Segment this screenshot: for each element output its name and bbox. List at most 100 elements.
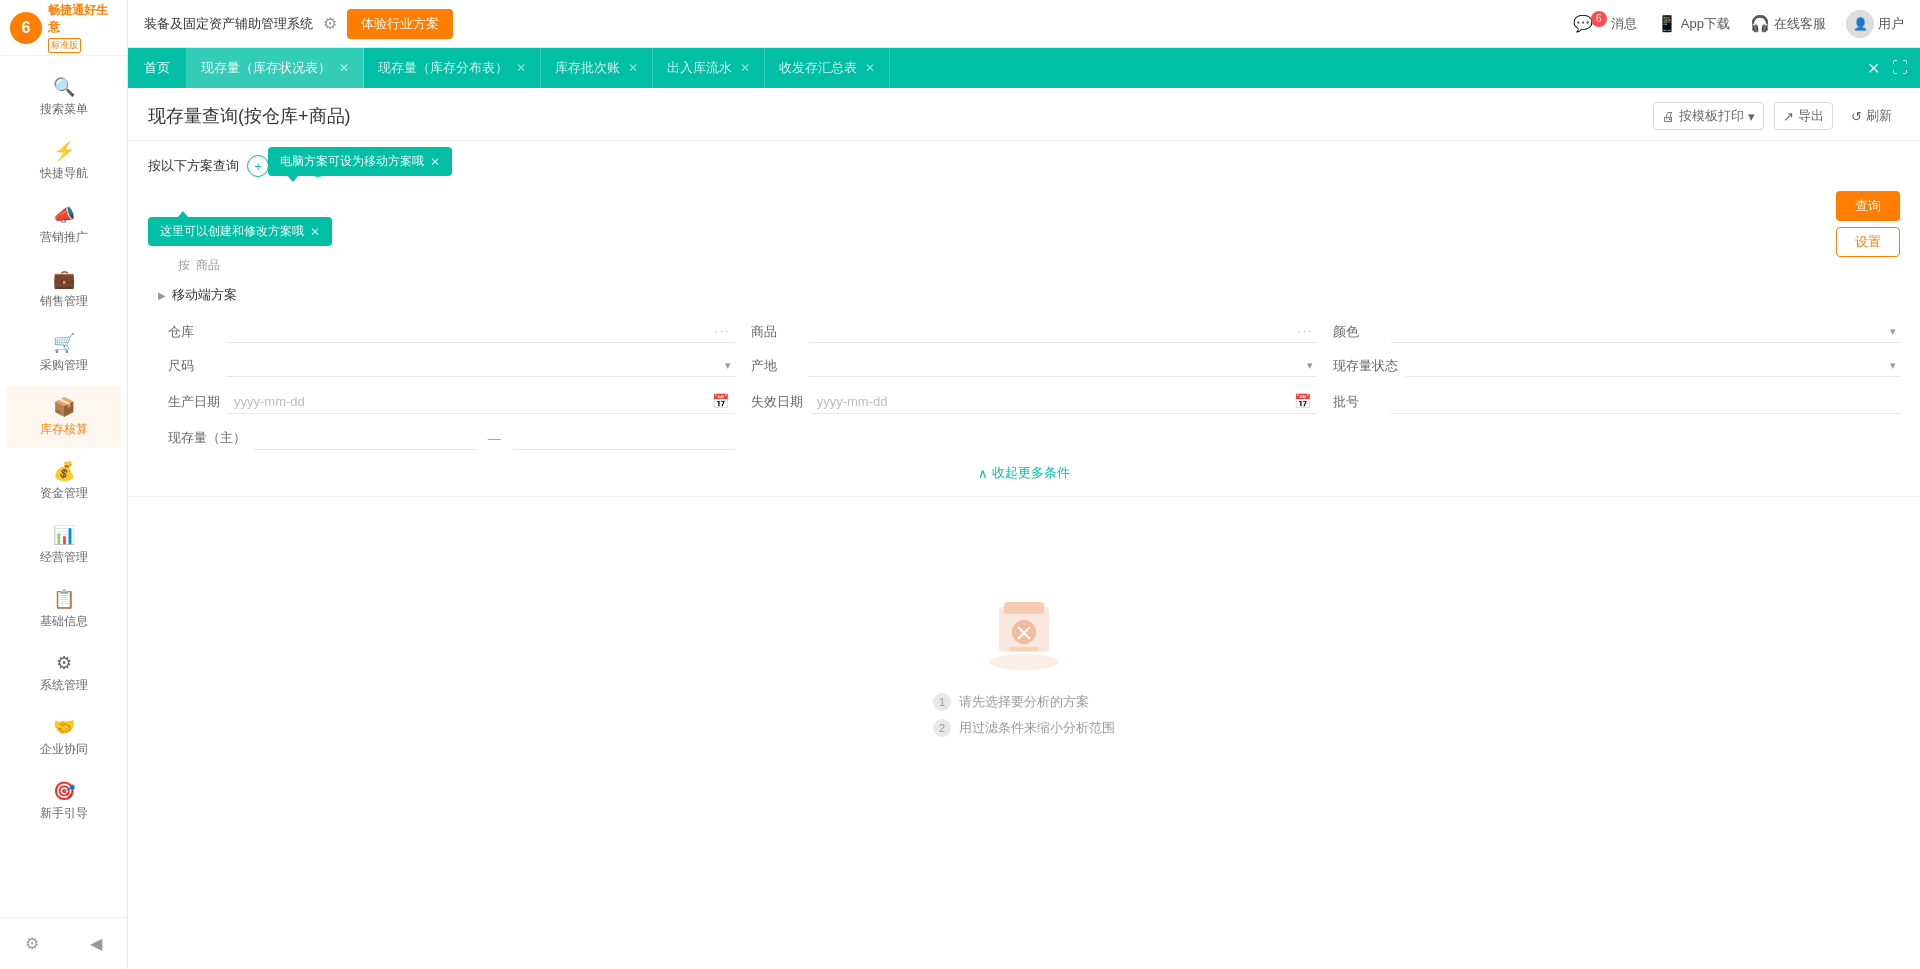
tab-close-batch-account[interactable]: ✕ (628, 61, 638, 75)
search-button[interactable]: 查询 (1836, 191, 1900, 221)
pc-scheme-group: ▶ 电脑端方案 (158, 227, 1900, 253)
app-download-action[interactable]: 📱 App下载 (1657, 14, 1730, 33)
sidebar-item-basic[interactable]: 📋 基础信息 (6, 578, 121, 640)
logo-icon: 6 (10, 12, 42, 44)
sidebar-item-system[interactable]: ⚙ 系统管理 (6, 642, 121, 704)
inventory-icon: 📦 (53, 396, 75, 418)
pc-scheme-item-text: 商品 (196, 257, 220, 274)
print-button[interactable]: 🖨 按模板打印 ▾ (1653, 102, 1764, 130)
tooltip2-close-btn[interactable]: ✕ (310, 225, 320, 239)
collapse-up-icon: ∧ (978, 466, 988, 481)
sidebar-item-corp[interactable]: 🤝 企业协同 (6, 706, 121, 768)
refresh-icon: ↺ (1851, 109, 1862, 124)
sidebar-item-inventory[interactable]: 📦 库存核算 (6, 386, 121, 448)
tab-fullscreen-btn[interactable]: ⛶ (1888, 55, 1912, 81)
mobile-scheme-label[interactable]: 移动端方案 (172, 286, 237, 304)
sidebar-item-newbie[interactable]: 🎯 新手引导 (6, 770, 121, 832)
pc-scheme-item: 按 商品 (178, 253, 1900, 278)
filter-label: 按以下方案查询 (148, 157, 239, 175)
tab-batch-account[interactable]: 库存批次账 ✕ (541, 48, 653, 88)
sidebar-item-sales[interactable]: 💼 销售管理 (6, 258, 121, 320)
empty-hint-1: 1 请先选择要分析的方案 (933, 693, 1115, 711)
batch-no-input[interactable] (1391, 390, 1900, 414)
tabs-bar: 首页 现存量（库存状况表） ✕ 现存量（库存分布表） ✕ 库存批次账 ✕ 出入库… (128, 48, 1920, 88)
chevron-down-icon: ▾ (1748, 109, 1755, 124)
sidebar-item-business[interactable]: 📊 经营管理 (6, 514, 121, 576)
tab-close-in-out-flow[interactable]: ✕ (740, 61, 750, 75)
sidebar-item-search[interactable]: 🔍 搜索菜单 (6, 66, 121, 128)
inventory-state-select[interactable]: ▾ (1406, 355, 1900, 377)
origin-select[interactable]: ▾ (809, 355, 1318, 377)
sidebar-item-finance[interactable]: 💰 资金管理 (6, 450, 121, 512)
filter-field-origin: 产地 ▾ (751, 355, 1318, 377)
filter-field-color: 颜色 ▾ (1333, 321, 1900, 343)
finance-icon: 💰 (53, 460, 75, 482)
tab-inventory-dist[interactable]: 现存量（库存分布表） ✕ (364, 48, 541, 88)
origin-arrow-icon: ▾ (1307, 359, 1313, 372)
tooltip-pc-scheme: 电脑方案可设为移动方案哦 ✕ (268, 147, 452, 176)
export-button[interactable]: ↗ 导出 (1774, 102, 1833, 130)
calendar-icon-2: 📅 (1294, 393, 1311, 409)
empty-area: 1 请先选择要分析的方案 2 用过滤条件来缩小分析范围 (128, 497, 1920, 817)
header-gear-icon[interactable]: ⚙ (323, 14, 337, 33)
page-header: 现存量查询(按仓库+商品) 🖨 按模板打印 ▾ ↗ 导出 ↺ 刷新 (128, 88, 1920, 141)
filter-header: 按以下方案查询 + ✏ ← 电脑方案可设为移动方案哦 ✕ (148, 155, 1900, 177)
user-action[interactable]: 👤 用户 (1846, 10, 1904, 38)
expire-date-input[interactable]: yyyy-mm-dd 📅 (811, 389, 1318, 414)
current-qty-min-input[interactable] (254, 426, 476, 450)
sidebar-menu: 🔍 搜索菜单 ⚡ 快捷导航 📣 营销推广 💼 销售管理 🛒 采购管理 📦 库存核… (0, 56, 127, 917)
settings-bottom-btn[interactable]: ⚙ (21, 930, 43, 957)
pc-scheme-item-label: 按 (178, 257, 190, 274)
message-badge: 6 (1591, 11, 1607, 27)
main-area: 装备及固定资产辅助管理系统 ⚙ 体验行业方案 💬 6 消息 📱 App下载 🎧 … (128, 0, 1920, 969)
tab-close-inventory-dist[interactable]: ✕ (516, 61, 526, 75)
sidebar-bottom: ⚙ ◀ (0, 917, 127, 969)
filter-field-expire-date: 失效日期 yyyy-mm-dd 📅 (751, 389, 1318, 414)
system-icon: ⚙ (56, 652, 72, 674)
tab-home[interactable]: 首页 (128, 48, 187, 88)
add-scheme-btn[interactable]: + (247, 155, 269, 177)
phone-icon: 📱 (1657, 14, 1677, 33)
top-header-left: 装备及固定资产辅助管理系统 ⚙ 体验行业方案 (144, 9, 453, 39)
search-icon: 🔍 (53, 76, 75, 98)
calendar-icon-1: 📅 (712, 393, 729, 409)
sidebar: 6 畅捷通好生意 标准版 🔍 搜索菜单 ⚡ 快捷导航 📣 营销推广 💼 销售管理… (0, 0, 128, 969)
online-support-action[interactable]: 🎧 在线客服 (1750, 14, 1826, 33)
warehouse-select[interactable]: ··· (226, 320, 735, 343)
tabs-right-actions: ✕ ⛶ (1863, 55, 1920, 82)
filter-row-4: 现存量（主） — (168, 426, 1900, 450)
tooltip-create-scheme: 这里可以创建和修改方案哦 ✕ (148, 217, 332, 246)
produce-date-input[interactable]: yyyy-mm-dd 📅 (228, 389, 735, 414)
sidebar-item-guide[interactable]: ⚡ 快捷导航 (6, 130, 121, 192)
sidebar-item-marketing[interactable]: 📣 营销推广 (6, 194, 121, 256)
sidebar-item-purchase[interactable]: 🛒 采购管理 (6, 322, 121, 384)
goods-select[interactable]: ··· (809, 320, 1318, 343)
setting-button[interactable]: 设置 (1836, 227, 1900, 257)
tab-in-out-flow[interactable]: 出入库流水 ✕ (653, 48, 765, 88)
color-label: 颜色 (1333, 323, 1383, 341)
tooltip1-close-btn[interactable]: ✕ (430, 155, 440, 169)
sales-icon: 💼 (53, 268, 75, 290)
filter-field-size: 尺码 ▾ (168, 355, 735, 377)
svg-rect-2 (1004, 602, 1044, 614)
industry-button[interactable]: 体验行业方案 (347, 9, 453, 39)
tab-inventory-status[interactable]: 现存量（库存状况表） ✕ (187, 48, 364, 88)
color-select[interactable]: ▾ (1391, 321, 1900, 343)
marketing-icon: 📣 (53, 204, 75, 226)
tab-collect-send[interactable]: 收发存汇总表 ✕ (765, 48, 890, 88)
size-select[interactable]: ▾ (226, 355, 735, 377)
empty-hint-2: 2 用过滤条件来缩小分析范围 (933, 719, 1115, 737)
message-action[interactable]: 💬 6 消息 (1573, 14, 1637, 33)
headset-icon: 🎧 (1750, 14, 1770, 33)
collapse-sidebar-btn[interactable]: ◀ (86, 930, 106, 957)
current-qty-max-input[interactable] (513, 426, 735, 450)
inventory-state-label: 现存量状态 (1333, 357, 1398, 375)
tab-close-inventory-status[interactable]: ✕ (339, 61, 349, 75)
size-arrow-icon: ▾ (725, 359, 731, 372)
refresh-button[interactable]: ↺ 刷新 (1843, 103, 1900, 129)
color-arrow-icon: ▾ (1890, 325, 1896, 338)
tab-close-collect-send[interactable]: ✕ (865, 61, 875, 75)
tab-close-all-btn[interactable]: ✕ (1863, 55, 1884, 82)
filter-field-produce-date: 生产日期 yyyy-mm-dd 📅 (168, 389, 735, 414)
collapse-more-btn[interactable]: ∧ 收起更多条件 (148, 464, 1900, 482)
